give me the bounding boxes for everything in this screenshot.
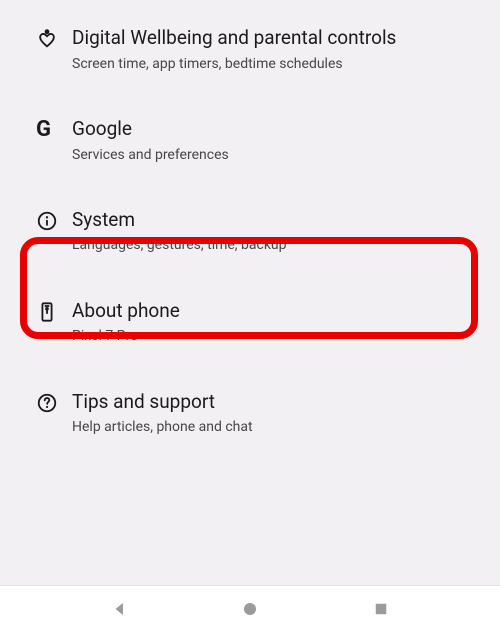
settings-item-title: System (72, 208, 482, 233)
info-icon (18, 208, 72, 232)
settings-item-wellbeing[interactable]: Digital Wellbeing and parental controls … (0, 4, 500, 95)
settings-list: Digital Wellbeing and parental controls … (0, 0, 500, 458)
settings-item-subtitle: Help articles, phone and chat (72, 418, 482, 436)
settings-item-tips-support[interactable]: Tips and support Help articles, phone an… (0, 368, 500, 459)
settings-item-google[interactable]: G Google Services and preferences (0, 95, 500, 186)
settings-item-title: Tips and support (72, 390, 482, 415)
settings-item-subtitle: Pixel 7 Pro (72, 327, 482, 345)
settings-item-subtitle: Languages, gestures, time, backup (72, 236, 482, 254)
nav-home-button[interactable] (239, 598, 261, 620)
settings-item-title: Digital Wellbeing and parental controls (72, 26, 482, 51)
wellbeing-icon (18, 26, 72, 50)
settings-item-title: About phone (72, 299, 482, 324)
nav-recents-button[interactable] (370, 598, 392, 620)
settings-item-title: Google (72, 117, 482, 142)
settings-item-subtitle: Screen time, app timers, bedtime schedul… (72, 55, 482, 73)
navigation-bar (0, 585, 500, 631)
phone-icon (18, 299, 72, 323)
google-icon: G (18, 117, 72, 141)
help-icon (18, 390, 72, 414)
nav-back-button[interactable] (109, 598, 131, 620)
settings-item-system[interactable]: System Languages, gestures, time, backup (0, 186, 500, 277)
settings-item-about-phone[interactable]: About phone Pixel 7 Pro (0, 277, 500, 368)
settings-item-subtitle: Services and preferences (72, 146, 482, 164)
